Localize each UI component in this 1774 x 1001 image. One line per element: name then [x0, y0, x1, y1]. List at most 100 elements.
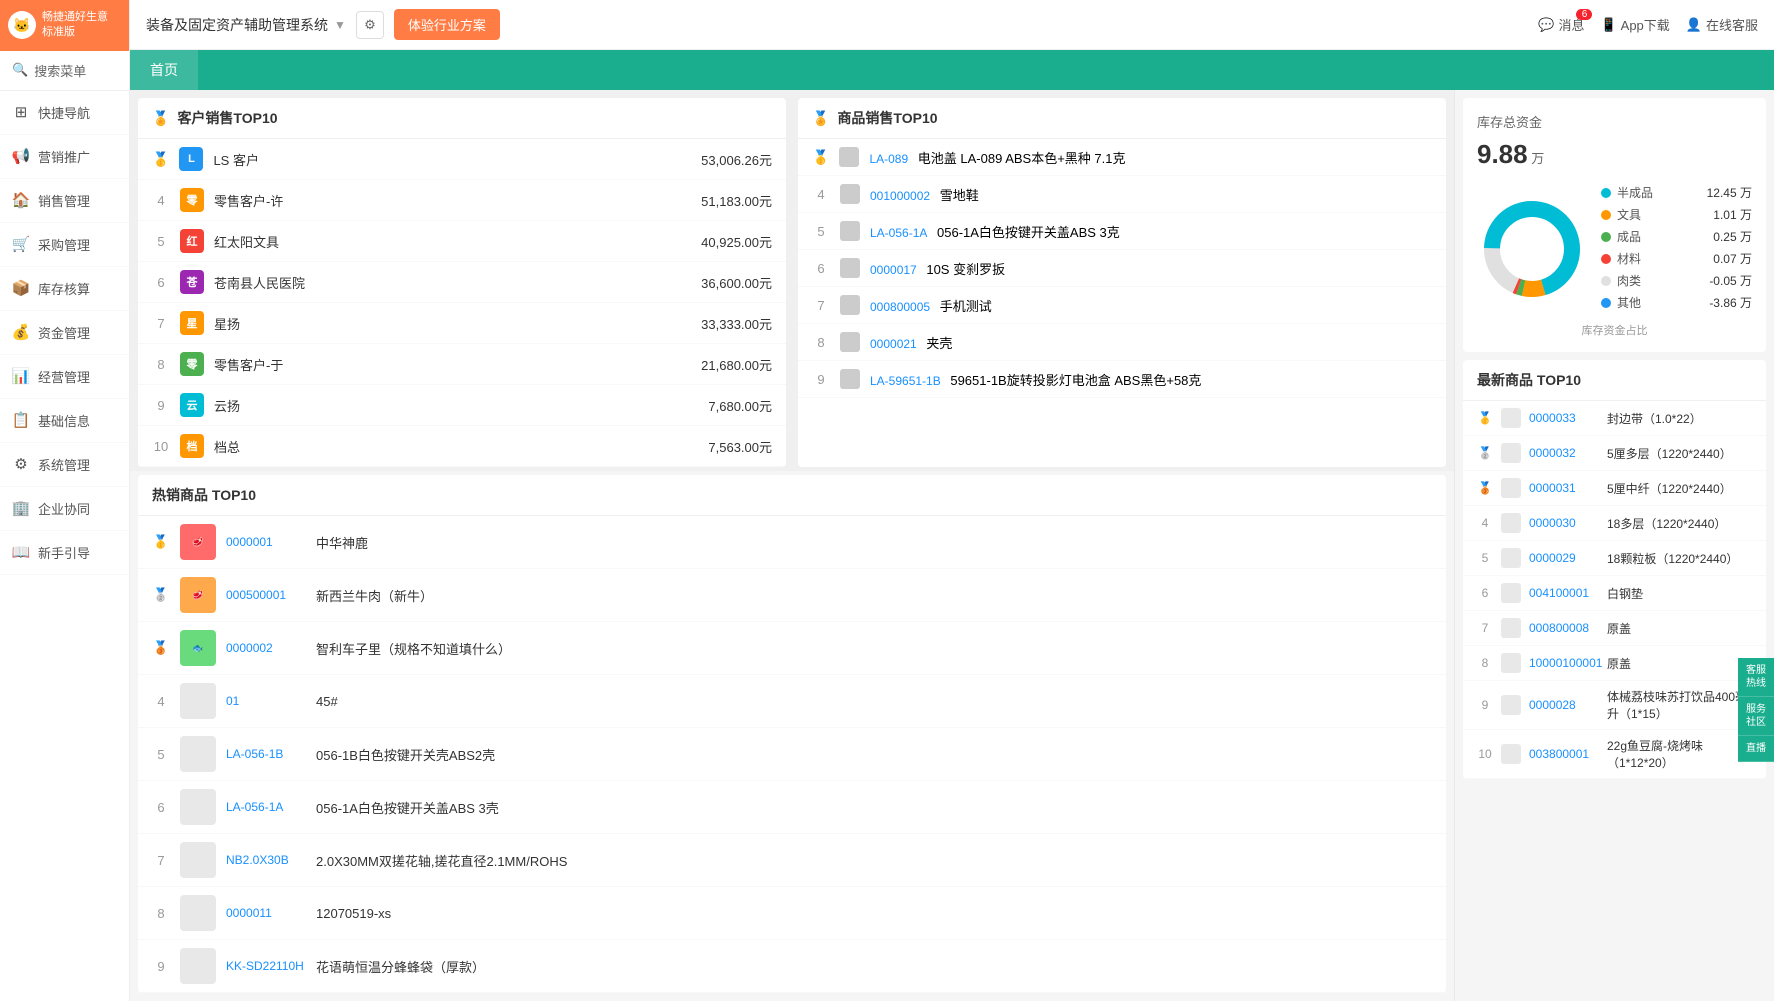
product-name: 10S 变刹罗扳 — [926, 262, 1005, 277]
table-row: 6 苍 苍南县人民医院 36,600.00元 — [138, 262, 786, 303]
table-row: 8 0000021 夹壳 — [798, 324, 1446, 361]
avatar: 苍 — [180, 270, 204, 294]
settings-button[interactable]: ⚙ — [356, 11, 384, 39]
sidebar-item-sales[interactable]: 🏠 销售管理 — [0, 179, 129, 223]
customer-service-label: 在线客服 — [1706, 15, 1758, 34]
newest-products-list: 🥇 0000033 封边带（1.0*22） 🥈 0000032 5厘多层（122… — [1463, 401, 1766, 779]
sidebar-item-quick-nav[interactable]: ⊞ 快捷导航 — [0, 91, 129, 135]
operations-icon: 📊 — [12, 367, 30, 385]
rank-number: 5 — [1477, 551, 1493, 565]
table-row: 🥈 🥩 000500001 新西兰牛肉（新牛） — [138, 569, 1446, 622]
product-code: 0000001 — [226, 535, 306, 549]
guide-icon: 📖 — [12, 543, 30, 561]
inventory-legend: 半成品 12.45 万 文具 1.01 万 成品 0.25 万 — [1601, 184, 1752, 316]
app-download-label: App下载 — [1621, 15, 1670, 34]
rank-number: 9 — [152, 398, 170, 413]
sidebar-item-purchase[interactable]: 🛒 采购管理 — [0, 223, 129, 267]
product-name: 原盖 — [1607, 655, 1752, 672]
customer-top10-card: 🏅 客户销售TOP10 🥇 L LS 客户 53,006.26元 4 — [138, 98, 786, 467]
product-thumb — [1501, 653, 1521, 673]
product-thumb — [180, 895, 216, 931]
product-thumb — [180, 789, 216, 825]
rank-number: 4 — [1477, 516, 1493, 530]
legend-label: 半成品 — [1617, 184, 1701, 201]
product-thumb — [180, 683, 216, 719]
customer-service-hotline-button[interactable]: 客服热线 — [1738, 658, 1774, 697]
table-row: 7 000800005 手机测试 — [798, 287, 1446, 324]
legend-label: 成品 — [1617, 228, 1707, 245]
sidebar-item-guide[interactable]: 📖 新手引导 — [0, 531, 129, 575]
product-name: 5厘中纤（1220*2440） — [1607, 480, 1752, 497]
legend-item: 材料 0.07 万 — [1601, 250, 1752, 267]
system-selector[interactable]: 装备及固定资产辅助管理系统 ▼ — [146, 15, 346, 35]
inventory-title: 库存总资金 — [1477, 112, 1752, 131]
table-row: 5 LA-056-1B 056-1B白色按键开关壳ABS2壳 — [138, 728, 1446, 781]
sidebar-item-inventory[interactable]: 📦 库存核算 — [0, 267, 129, 311]
product-name: 18颗粒板（1220*2440） — [1607, 550, 1752, 567]
sidebar-item-operations[interactable]: 📊 经营管理 — [0, 355, 129, 399]
inventory-unit: 万 — [1531, 151, 1544, 166]
table-row: 8 零 零售客户-于 21,680.00元 — [138, 344, 786, 385]
finance-icon: 💰 — [12, 323, 30, 341]
service-community-button[interactable]: 服务社区 — [1738, 697, 1774, 736]
product-name: 056-1A白色按键开关盖ABS 3壳 — [316, 798, 1432, 817]
main-content: 🏅 客户销售TOP10 🥇 L LS 客户 53,006.26元 4 — [130, 90, 1454, 1001]
product-code: 004100001 — [1529, 586, 1599, 600]
product-name: 45# — [316, 694, 1432, 709]
product-name: 59651-1B旋转投影灯电池盒 ABS黑色+58克 — [950, 373, 1201, 388]
list-item: 7 000800008 原盖 — [1463, 611, 1766, 646]
hot-products-title: 热销商品 TOP10 — [152, 485, 256, 505]
table-row: 9 LA-59651-1B 59651-1B旋转投影灯电池盒 ABS黑色+58克 — [798, 361, 1446, 398]
sidebar-item-system[interactable]: ⚙ 系统管理 — [0, 443, 129, 487]
customer-amount: 21,680.00元 — [701, 355, 772, 374]
customer-service-button[interactable]: 👤 在线客服 — [1686, 15, 1758, 34]
product-thumb — [180, 948, 216, 984]
tab-home[interactable]: 首页 — [130, 50, 198, 90]
table-row: 🥇 LA-089 电池盖 LA-089 ABS本色+黑种 7.1克 — [798, 139, 1446, 176]
inventory-sections-label: 库存资金占比 — [1477, 322, 1752, 338]
rank-number: 10 — [1477, 747, 1493, 761]
sidebar-item-label: 系统管理 — [38, 455, 90, 474]
trial-button[interactable]: 体验行业方案 — [394, 9, 500, 40]
list-item: 🥉 0000031 5厘中纤（1220*2440） — [1463, 471, 1766, 506]
sidebar-item-enterprise[interactable]: 🏢 企业协同 — [0, 487, 129, 531]
sidebar-item-marketing[interactable]: 📢 营销推广 — [0, 135, 129, 179]
rank-medal: 🥇 — [812, 149, 829, 166]
customer-amount: 33,333.00元 — [701, 314, 772, 333]
product-name: 雪地鞋 — [940, 188, 979, 203]
product-code: 0000017 — [870, 263, 917, 277]
legend-label: 其他 — [1617, 294, 1703, 311]
product-name: 新西兰牛肉（新牛） — [316, 586, 1432, 605]
sidebar-item-basic-info[interactable]: 📋 基础信息 — [0, 399, 129, 443]
list-item: 6 004100001 白钢垫 — [1463, 576, 1766, 611]
app-download-button[interactable]: 📱 App下载 — [1600, 15, 1669, 34]
live-stream-button[interactable]: 直播 — [1738, 736, 1774, 762]
product-name: 056-1A白色按键开关盖ABS 3克 — [937, 225, 1120, 240]
product-thumb — [1501, 583, 1521, 603]
customer-name: 红太阳文具 — [214, 232, 691, 251]
messages-button[interactable]: 💬 消息 6 — [1538, 15, 1584, 34]
rank-number: 7 — [812, 298, 830, 313]
sidebar-item-label: 新手引导 — [38, 543, 90, 562]
sidebar-item-finance[interactable]: 💰 资金管理 — [0, 311, 129, 355]
content-area: 🏅 客户销售TOP10 🥇 L LS 客户 53,006.26元 4 — [130, 90, 1774, 1001]
product-name: 18多层（1220*2440） — [1607, 515, 1752, 532]
rank-number: 8 — [812, 335, 830, 350]
product-thumb — [1501, 744, 1521, 764]
inventory-total: 9.88 万 — [1477, 139, 1752, 170]
product-code: 003800001 — [1529, 747, 1599, 761]
product-code: LA-056-1B — [226, 747, 306, 761]
main-area: 装备及固定资产辅助管理系统 ▼ ⚙ 体验行业方案 💬 消息 6 📱 App下载 … — [130, 0, 1774, 1001]
table-row: 🥇 🥩 0000001 中华神鹿 — [138, 516, 1446, 569]
medal-icon: 🏅 — [152, 110, 169, 127]
product-thumb — [1501, 548, 1521, 568]
search-menu[interactable]: 🔍 搜索菜单 — [0, 51, 129, 91]
list-item: 8 10000100001 原盖 — [1463, 646, 1766, 681]
donut-chart — [1477, 194, 1587, 307]
product-rank-list: 🥇 LA-089 电池盖 LA-089 ABS本色+黑种 7.1克 4 — [798, 139, 1446, 398]
customer-name: 零售客户-于 — [214, 355, 691, 374]
rank-number: 5 — [152, 234, 170, 249]
product-thumb — [840, 258, 860, 278]
avatar: L — [179, 147, 203, 171]
inventory-card: 库存总资金 9.88 万 — [1463, 98, 1766, 352]
